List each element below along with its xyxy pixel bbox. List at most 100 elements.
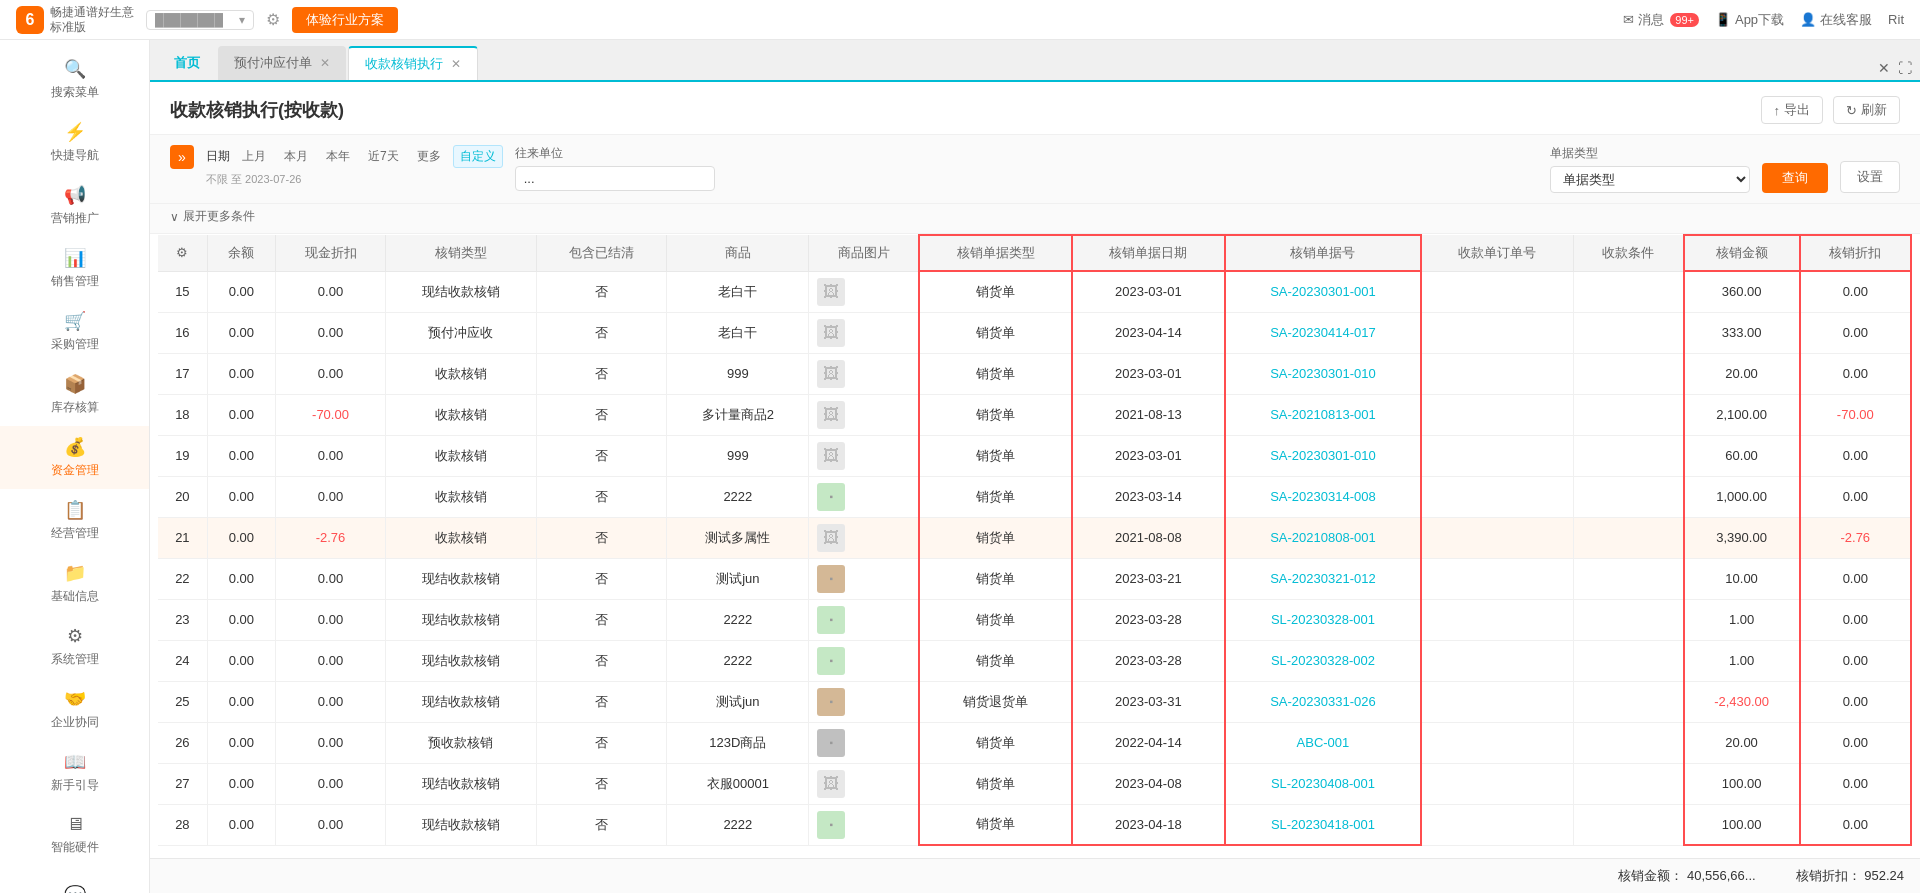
sidebar-item-label: 营销推广 xyxy=(51,210,99,227)
cell-balance: 0.00 xyxy=(207,353,275,394)
footer-cancel-amount: 核销金额： 40,556,66... xyxy=(1618,867,1755,885)
filter-date-more[interactable]: 更多 xyxy=(411,146,447,167)
sidebar-item-label: 智能硬件 xyxy=(51,839,99,856)
expand-more-btn[interactable]: ∨ 展开更多条件 xyxy=(170,208,1900,225)
tab-prepay-close[interactable]: ✕ xyxy=(320,56,330,70)
expand-more-label: 展开更多条件 xyxy=(183,208,255,225)
settings-icon[interactable]: ⚙ xyxy=(266,10,280,29)
cell-id: 19 xyxy=(158,435,207,476)
sidebar-item-sales[interactable]: 📊 销售管理 xyxy=(0,237,149,300)
sidebar-item-shortcut[interactable]: ⚡ 快捷导航 xyxy=(0,111,149,174)
logo: 6 畅捷通谱好生意 标准版 xyxy=(16,5,134,34)
purchase-icon: 🛒 xyxy=(64,310,86,332)
cell-include-settled: 否 xyxy=(536,517,666,558)
bill-no-link[interactable]: SA-20230301-010 xyxy=(1270,448,1376,463)
sidebar-item-purchase[interactable]: 🛒 采购管理 xyxy=(0,300,149,363)
sidebar-item-enterprise[interactable]: 🤝 企业协同 xyxy=(0,678,149,741)
bill-no-link[interactable]: SA-20230301-001 xyxy=(1270,284,1376,299)
query-button[interactable]: 查询 xyxy=(1762,163,1828,193)
table-body: 15 0.00 0.00 现结收款核销 否 老白干 🖼 销货单 2023-03-… xyxy=(158,271,1911,845)
bill-no-link[interactable]: SA-20210808-001 xyxy=(1270,530,1376,545)
product-img: ▪ xyxy=(817,483,845,511)
product-img: 🖼 xyxy=(817,770,845,798)
cell-bill-date: 2023-03-28 xyxy=(1072,640,1225,681)
filter-unit-input[interactable] xyxy=(515,166,715,191)
cell-receipt-condition xyxy=(1573,476,1684,517)
settings-col-icon[interactable]: ⚙ xyxy=(176,245,188,260)
filter-type-select[interactable]: 单据类型 xyxy=(1550,166,1750,193)
bill-no-link[interactable]: SA-20230321-012 xyxy=(1270,571,1376,586)
cell-balance: 0.00 xyxy=(207,804,275,845)
cell-include-settled: 否 xyxy=(536,722,666,763)
tab-expand-icon[interactable]: ⛶ xyxy=(1898,60,1912,76)
tab-home[interactable]: 首页 xyxy=(158,46,216,80)
cell-include-settled: 否 xyxy=(536,435,666,476)
company-dropdown[interactable]: ████████ ▾ xyxy=(146,10,254,30)
filter-date-custom[interactable]: 自定义 xyxy=(453,145,503,168)
col-receipt-order: 收款单订单号 xyxy=(1421,235,1573,271)
bill-no-link[interactable]: SL-20230328-001 xyxy=(1271,612,1375,627)
cell-cash-discount: 0.00 xyxy=(276,312,386,353)
cell-receipt-order xyxy=(1421,435,1573,476)
tab-close-all-icon[interactable]: ✕ xyxy=(1878,60,1890,76)
tab-receipt-close[interactable]: ✕ xyxy=(451,57,461,71)
cell-cash-discount: 0.00 xyxy=(276,599,386,640)
bill-no-link[interactable]: SA-20230301-010 xyxy=(1270,366,1376,381)
sidebar-item-search[interactable]: 🔍 搜索菜单 xyxy=(0,48,149,111)
user-name[interactable]: Rit xyxy=(1888,12,1904,27)
cell-product-img: 🖼 xyxy=(809,394,920,435)
message-btn[interactable]: ✉ 消息 99+ xyxy=(1623,11,1699,29)
sidebar-item-system[interactable]: ⚙ 系统管理 xyxy=(0,615,149,678)
col-bill-date: 核销单据日期 xyxy=(1072,235,1225,271)
sidebar-item-label: 采购管理 xyxy=(51,336,99,353)
cell-bill-type: 销货单 xyxy=(919,517,1072,558)
cell-bill-no: SA-20230314-008 xyxy=(1225,476,1421,517)
filter-expand-button[interactable]: » xyxy=(170,145,194,169)
filter-type-label: 单据类型 xyxy=(1550,145,1750,162)
bill-no-link[interactable]: SA-20230314-008 xyxy=(1270,489,1376,504)
sidebar-item-hardware[interactable]: 🖥 智能硬件 xyxy=(0,804,149,866)
filter-date-this-year[interactable]: 本年 xyxy=(320,146,356,167)
footer-cancel-discount-label: 核销折扣： xyxy=(1796,868,1861,883)
bill-no-link[interactable]: SA-20230414-017 xyxy=(1270,325,1376,340)
set-button[interactable]: 设置 xyxy=(1840,161,1900,193)
tab-prepay[interactable]: 预付冲应付单 ✕ xyxy=(218,46,346,80)
product-img: 🖼 xyxy=(817,401,845,429)
refresh-button[interactable]: ↻ 刷新 xyxy=(1833,96,1900,124)
sidebar-item-inventory[interactable]: 📦 库存核算 xyxy=(0,363,149,426)
cell-bill-type: 销货退货单 xyxy=(919,681,1072,722)
bill-no-link[interactable]: SA-20230331-026 xyxy=(1270,694,1376,709)
sidebar-item-finance[interactable]: 💰 资金管理 xyxy=(0,426,149,489)
bill-no-link[interactable]: SL-20230328-002 xyxy=(1271,653,1375,668)
filter-date-last-month[interactable]: 上月 xyxy=(236,146,272,167)
sidebar-item-guide[interactable]: 📖 新手引导 xyxy=(0,741,149,804)
cell-bill-type: 销货单 xyxy=(919,804,1072,845)
product-img: 🖼 xyxy=(817,442,845,470)
sidebar-item-basics[interactable]: 📁 基础信息 xyxy=(0,552,149,615)
bill-no-link[interactable]: ABC-001 xyxy=(1297,735,1350,750)
cell-id: 25 xyxy=(158,681,207,722)
online-service-btn[interactable]: 👤 在线客服 xyxy=(1800,11,1872,29)
bill-no-link[interactable]: SA-20210813-001 xyxy=(1270,407,1376,422)
cell-receipt-order xyxy=(1421,558,1573,599)
cell-cancel-discount: -70.00 xyxy=(1800,394,1911,435)
bill-no-link[interactable]: SL-20230418-001 xyxy=(1271,817,1375,832)
refresh-icon: ↻ xyxy=(1846,103,1857,118)
cell-receipt-order xyxy=(1421,763,1573,804)
sidebar-item-wechat[interactable]: 💬 企业微信 xyxy=(0,874,149,893)
export-button[interactable]: ↑ 导出 xyxy=(1761,96,1824,124)
tab-receipt[interactable]: 收款核销执行 ✕ xyxy=(348,46,478,80)
sidebar-item-operations[interactable]: 📋 经营管理 xyxy=(0,489,149,552)
bill-no-link[interactable]: SL-20230408-001 xyxy=(1271,776,1375,791)
sidebar-item-label: 企业协同 xyxy=(51,714,99,731)
app-download-btn[interactable]: 📱 App下载 xyxy=(1715,11,1784,29)
cell-cancel-amount: 333.00 xyxy=(1684,312,1800,353)
download-icon: 📱 xyxy=(1715,12,1731,27)
cell-receipt-condition xyxy=(1573,763,1684,804)
export-icon: ↑ xyxy=(1774,103,1781,118)
cell-include-settled: 否 xyxy=(536,804,666,845)
industry-btn[interactable]: 体验行业方案 xyxy=(292,7,398,33)
filter-date-7days[interactable]: 近7天 xyxy=(362,146,405,167)
filter-date-this-month[interactable]: 本月 xyxy=(278,146,314,167)
sidebar-item-marketing[interactable]: 📢 营销推广 xyxy=(0,174,149,237)
